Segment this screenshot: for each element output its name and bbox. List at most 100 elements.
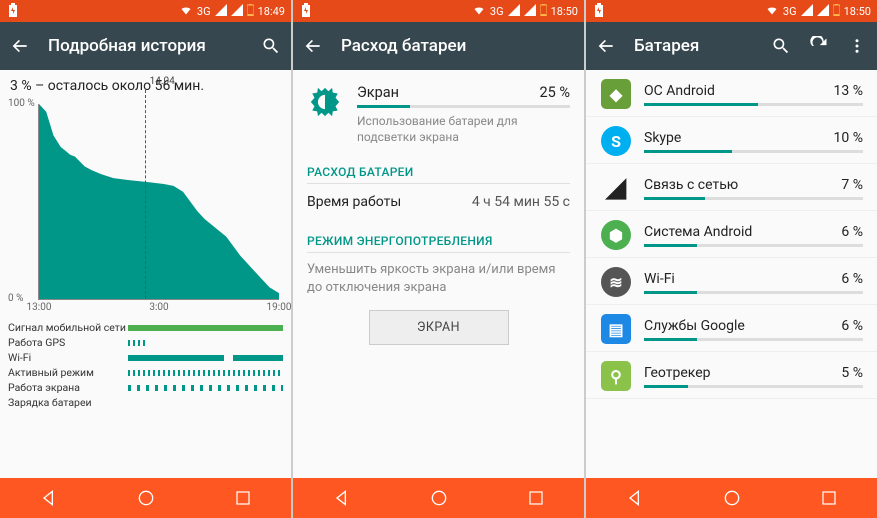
system-icon: ⬢ bbox=[600, 219, 632, 251]
app-row[interactable]: ⬢ Система Android 6 % bbox=[586, 211, 877, 258]
page-title: Подробная история bbox=[48, 36, 206, 56]
google-icon: ▤ bbox=[600, 313, 632, 345]
back-icon[interactable] bbox=[10, 36, 30, 56]
app-row[interactable]: ▤ Службы Google 6 % bbox=[586, 305, 877, 352]
charging-icon bbox=[301, 3, 311, 20]
signal-icon bbox=[508, 4, 520, 19]
app-progress bbox=[644, 385, 863, 388]
status-bar: 3G 18:50 bbox=[293, 0, 584, 22]
section-mode-label: РЕЖИМ ЭНЕРГОПОТРЕБЛЕНИЯ bbox=[293, 220, 584, 252]
content-area: Экран 25 % Использование батареи для под… bbox=[293, 70, 584, 478]
signal-icon-2 bbox=[231, 4, 243, 19]
android-icon: ◆ bbox=[600, 78, 632, 110]
wifi-icon: ≋ bbox=[600, 266, 632, 298]
app-row[interactable]: ⚲Геотрекер5 % bbox=[586, 352, 877, 399]
network-label: 3G bbox=[783, 5, 797, 18]
battery-icon bbox=[247, 4, 254, 19]
track-bar bbox=[128, 340, 283, 346]
battery-chart: 100 % 0 % 14.04 13:00 3:00 19:00 bbox=[0, 98, 291, 318]
nav-bar bbox=[0, 478, 291, 518]
phone-battery-list: 3G 18:50 Батарея ◆ОС Android13 %SSkype10… bbox=[586, 0, 877, 518]
item-progress bbox=[357, 105, 570, 108]
refresh-icon[interactable] bbox=[809, 36, 829, 56]
nav-recent-icon[interactable] bbox=[819, 488, 839, 508]
back-icon[interactable] bbox=[303, 36, 323, 56]
nav-recent-icon[interactable] bbox=[233, 488, 253, 508]
track-label: Сигнал мобильной сети bbox=[8, 321, 128, 334]
battery-icon bbox=[833, 4, 840, 19]
track-row: Активный режим bbox=[8, 365, 283, 380]
signal-icon: ◢ bbox=[600, 172, 632, 204]
app-progress bbox=[644, 103, 863, 106]
page-title: Расход батареи bbox=[341, 36, 466, 56]
app-name: ОС Android bbox=[644, 83, 715, 99]
brightness-icon bbox=[307, 84, 343, 120]
track-row: Работа экрана bbox=[8, 380, 283, 395]
x-tick: 19:00 bbox=[267, 302, 291, 313]
track-label: Активный режим bbox=[8, 366, 128, 379]
app-row[interactable]: SSkype10 % bbox=[586, 117, 877, 164]
search-icon[interactable] bbox=[771, 36, 791, 56]
track-bar bbox=[128, 385, 283, 391]
app-progress bbox=[644, 150, 863, 153]
screen-button[interactable]: ЭКРАН bbox=[369, 310, 509, 345]
y-tick-top: 100 % bbox=[8, 98, 35, 109]
status-bar: 3G 18:49 bbox=[0, 0, 291, 22]
track-bar bbox=[128, 400, 283, 406]
nav-home-icon[interactable] bbox=[136, 488, 156, 508]
nav-home-icon[interactable] bbox=[722, 488, 742, 508]
runtime-value: 4 ч 54 мин 55 с bbox=[472, 194, 570, 210]
app-row[interactable]: ≋Wi-Fi6 % bbox=[586, 258, 877, 305]
track-bar bbox=[128, 370, 283, 376]
app-name: Skype bbox=[644, 130, 681, 146]
nav-back-icon[interactable] bbox=[625, 488, 645, 508]
signal-icon-2 bbox=[524, 4, 536, 19]
app-progress bbox=[644, 197, 863, 200]
track-label: Зарядка батареи bbox=[8, 396, 128, 409]
track-row: Сигнал мобильной сети bbox=[8, 320, 283, 335]
track-row: Зарядка батареи bbox=[8, 395, 283, 410]
app-percent: 7 % bbox=[841, 177, 863, 193]
item-percent: 25 % bbox=[539, 84, 570, 101]
mode-desc: Уменьшить яркость экрана и/или время до … bbox=[293, 253, 584, 306]
app-name: Геотрекер bbox=[644, 365, 711, 381]
app-percent: 6 % bbox=[841, 271, 863, 287]
track-row: Работа GPS bbox=[8, 335, 283, 350]
search-icon[interactable] bbox=[261, 36, 281, 56]
nav-back-icon[interactable] bbox=[332, 488, 352, 508]
nav-bar bbox=[293, 478, 584, 518]
back-icon[interactable] bbox=[596, 36, 616, 56]
section-usage-label: РАСХОД БАТАРЕИ bbox=[293, 151, 584, 183]
runtime-row: Время работы 4 ч 54 мин 55 с bbox=[293, 184, 584, 220]
phone-usage-detail: 3G 18:50 Расход батареи Экран 25 % Испол… bbox=[293, 0, 584, 518]
app-percent: 13 % bbox=[834, 83, 863, 99]
track-label: Wi-Fi bbox=[8, 351, 128, 364]
skype-icon: S bbox=[600, 125, 632, 157]
detail-header: Экран 25 % Использование батареи для под… bbox=[293, 70, 584, 151]
battery-icon bbox=[540, 4, 547, 19]
item-desc: Использование батареи для подсветки экра… bbox=[357, 114, 570, 145]
track-bar bbox=[128, 355, 283, 361]
app-name: Система Android bbox=[644, 224, 752, 240]
overflow-icon[interactable] bbox=[847, 36, 867, 56]
app-row[interactable]: ◢Связь с сетью7 % bbox=[586, 164, 877, 211]
track-bar bbox=[128, 325, 283, 331]
runtime-label: Время работы bbox=[307, 194, 401, 210]
nav-home-icon[interactable] bbox=[429, 488, 449, 508]
track-label: Работа GPS bbox=[8, 336, 128, 349]
app-name: Службы Google bbox=[644, 318, 745, 334]
app-percent: 6 % bbox=[841, 318, 863, 334]
charging-icon bbox=[8, 3, 18, 20]
app-progress bbox=[644, 338, 863, 341]
app-percent: 6 % bbox=[841, 224, 863, 240]
network-label: 3G bbox=[197, 5, 211, 18]
y-tick-bottom: 0 % bbox=[8, 293, 23, 304]
nav-recent-icon[interactable] bbox=[526, 488, 546, 508]
track-row: Wi-Fi bbox=[8, 350, 283, 365]
app-row[interactable]: ◆ ОС Android 13 % bbox=[586, 70, 877, 117]
nav-back-icon[interactable] bbox=[39, 488, 59, 508]
charging-icon bbox=[594, 3, 604, 20]
app-bar: Расход батареи bbox=[293, 22, 584, 70]
network-label: 3G bbox=[490, 5, 504, 18]
app-percent: 5 % bbox=[841, 365, 863, 381]
